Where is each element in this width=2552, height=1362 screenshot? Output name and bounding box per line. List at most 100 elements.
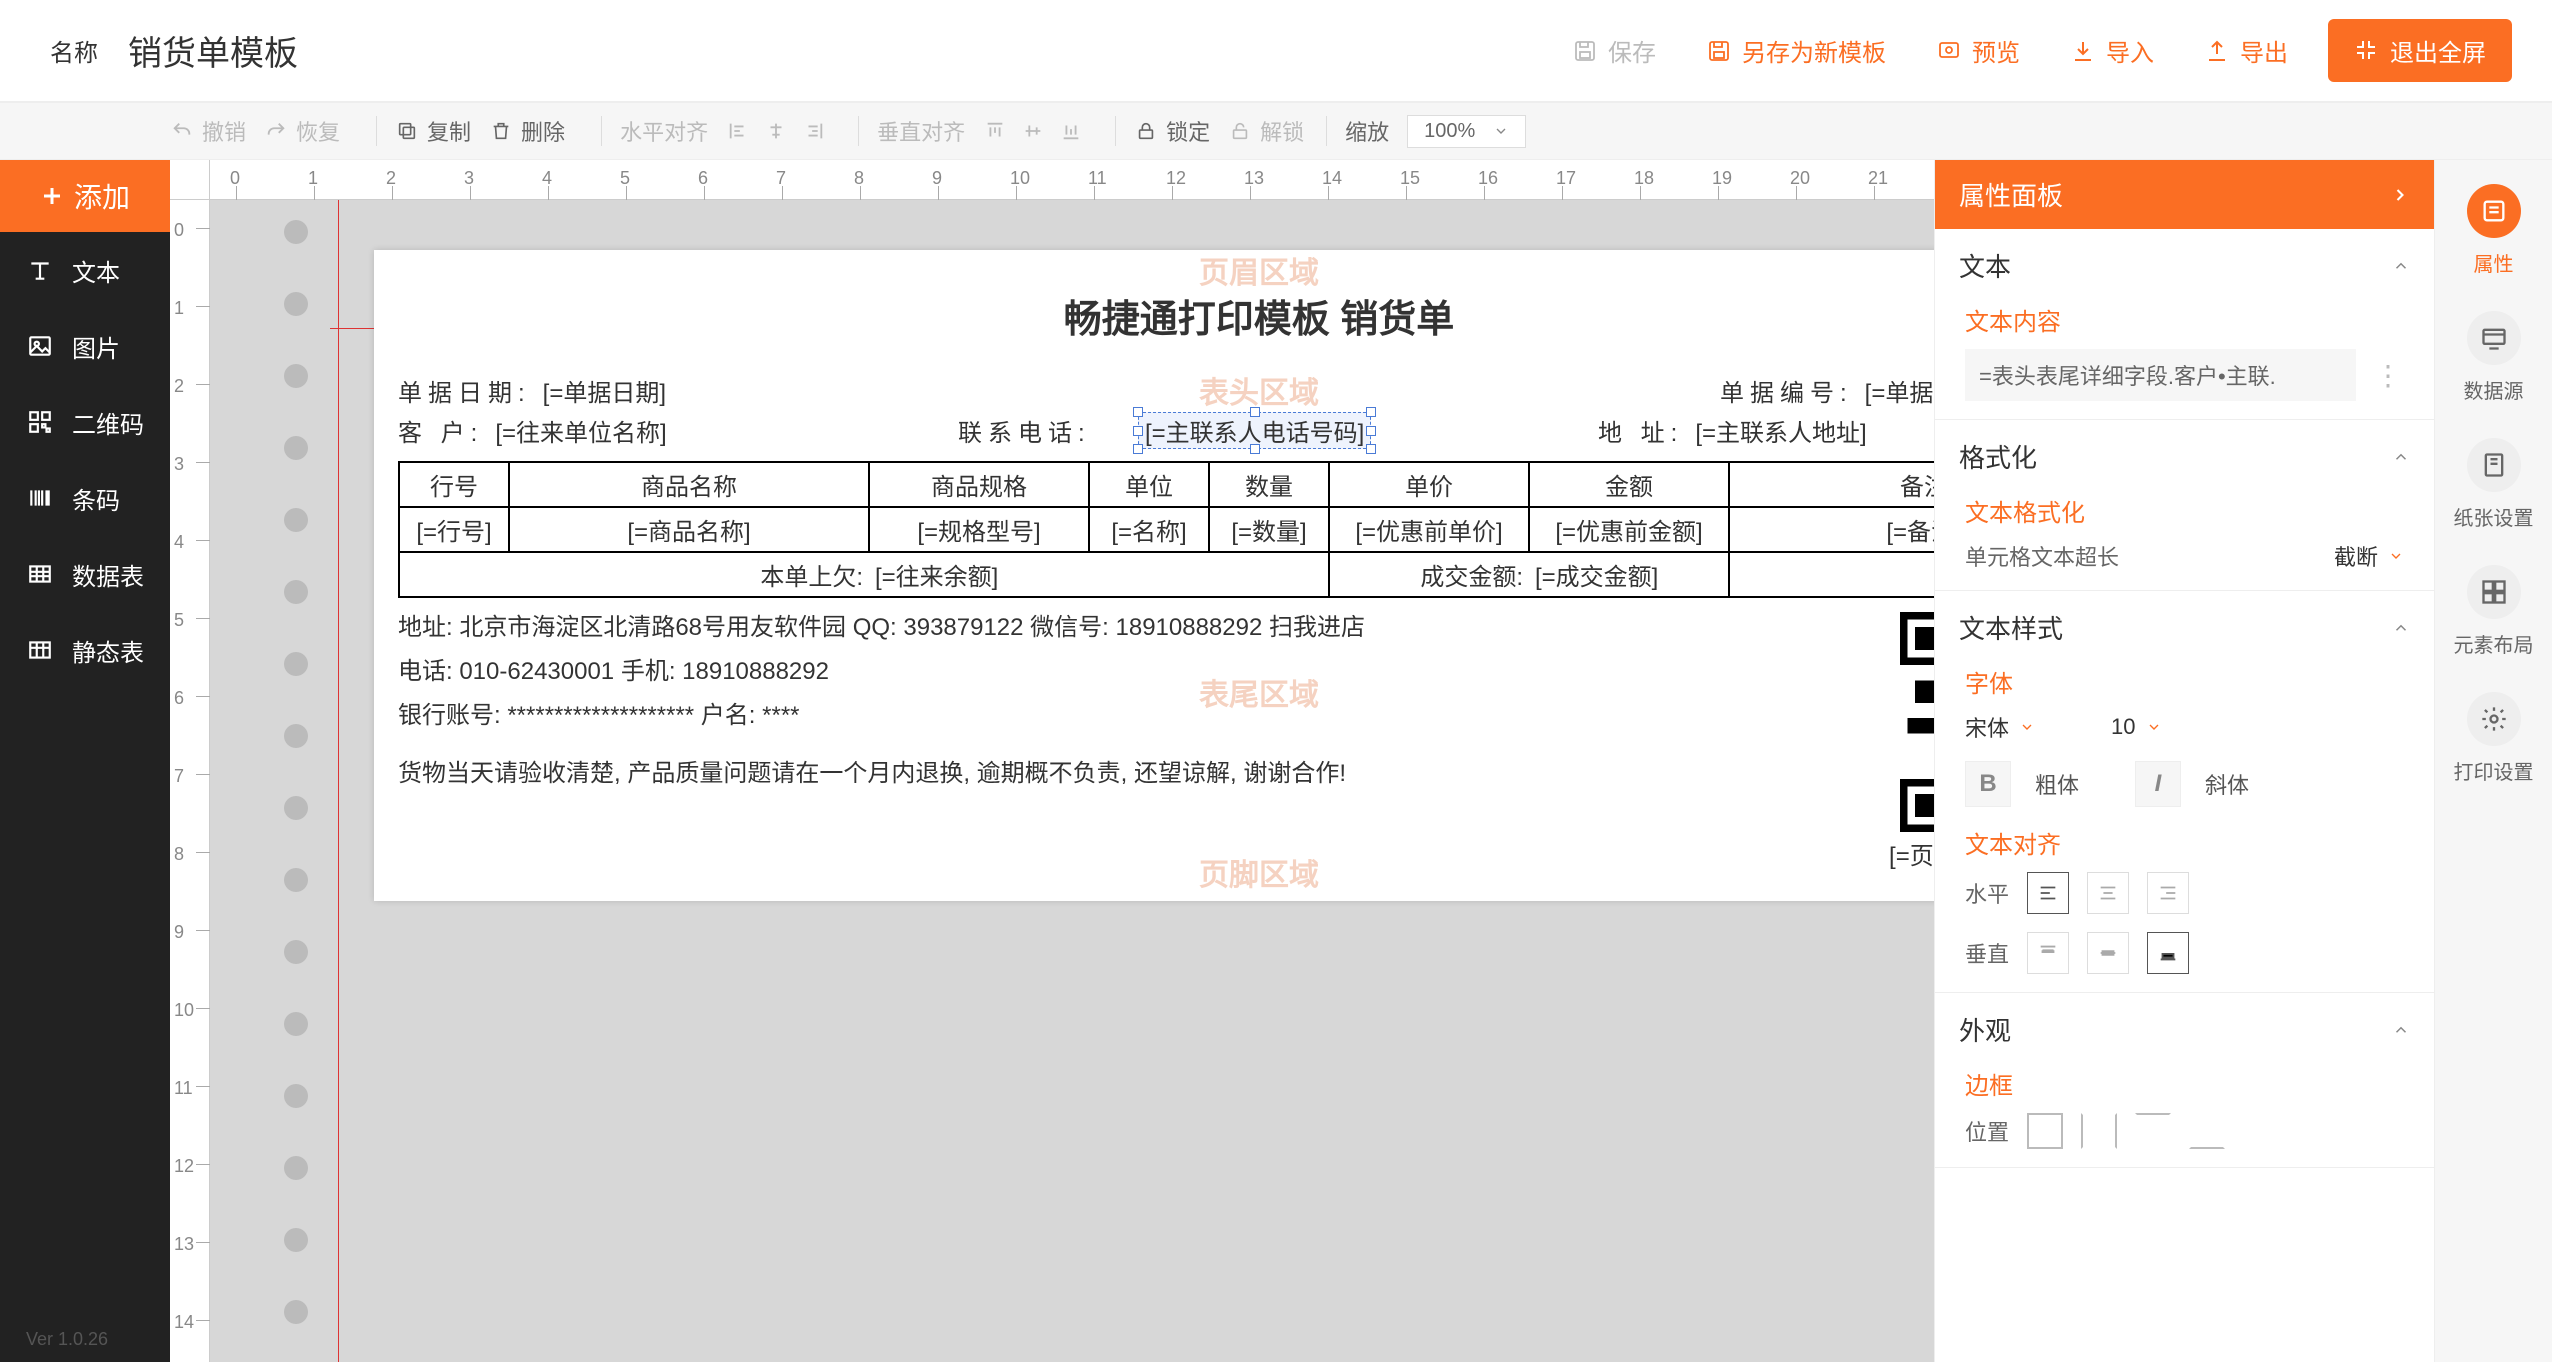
unlock-button[interactable]: 解锁 bbox=[1228, 115, 1304, 147]
sum-deal-value[interactable]: [=成交金额] bbox=[1529, 552, 1729, 597]
resize-handle[interactable] bbox=[1366, 407, 1376, 417]
border-top-button[interactable] bbox=[2135, 1113, 2171, 1149]
rail-pagesetup[interactable]: 纸张设置 bbox=[2454, 438, 2534, 531]
resize-handle[interactable] bbox=[1366, 444, 1376, 454]
border-bottom-button[interactable] bbox=[2189, 1113, 2225, 1149]
rail-properties[interactable]: 属性 bbox=[2467, 184, 2521, 277]
td[interactable]: [=商品名称] bbox=[509, 507, 869, 552]
align-bottom-icon[interactable] bbox=[1059, 119, 1083, 143]
export-button[interactable]: 导出 bbox=[2204, 33, 2288, 68]
th[interactable]: 备注 bbox=[1729, 462, 1934, 507]
lock-button[interactable]: 锁定 bbox=[1134, 115, 1210, 147]
save-button[interactable]: 保存 bbox=[1572, 33, 1656, 68]
td[interactable]: [=优惠前单价] bbox=[1329, 507, 1529, 552]
font-family-select[interactable]: 宋体 bbox=[1965, 711, 2035, 743]
footer-tel[interactable]: 电话: 010-62430001 手机: 18910888292 bbox=[398, 650, 1880, 694]
page-dot[interactable] bbox=[284, 1084, 308, 1108]
canvas[interactable]: 01234567891011121314151617181920212223 0… bbox=[170, 160, 1934, 1362]
page-dot[interactable] bbox=[284, 364, 308, 388]
border-all-button[interactable] bbox=[2027, 1113, 2063, 1149]
align-center-icon[interactable] bbox=[764, 119, 788, 143]
tool-datatable[interactable]: 数据表 bbox=[0, 536, 170, 612]
delete-button[interactable]: 删除 bbox=[489, 115, 565, 147]
phone-value[interactable]: [=主联系人电话号码] bbox=[1145, 420, 1364, 447]
page-dot[interactable] bbox=[284, 1012, 308, 1036]
td[interactable]: [=备注] bbox=[1729, 507, 1934, 552]
sum-owe-value[interactable]: [=往来余额] bbox=[869, 552, 1329, 597]
footer-bank[interactable]: 银行账号: ******************** 户名: **** bbox=[398, 694, 1880, 738]
preview-button[interactable]: 预览 bbox=[1936, 33, 2020, 68]
resize-handle[interactable] bbox=[1366, 426, 1376, 436]
rail-datasource[interactable]: 数据源 bbox=[2464, 311, 2524, 404]
tool-text[interactable]: 文本 bbox=[0, 232, 170, 308]
save-as-button[interactable]: 另存为新模板 bbox=[1706, 33, 1886, 68]
sum-deal-label[interactable]: 成交金额: bbox=[1329, 552, 1529, 597]
td[interactable]: [=名称] bbox=[1089, 507, 1209, 552]
page-dot[interactable] bbox=[284, 940, 308, 964]
th[interactable]: 数量 bbox=[1209, 462, 1329, 507]
undo-button[interactable]: 撤销 bbox=[170, 115, 246, 147]
page-dot[interactable] bbox=[284, 1228, 308, 1252]
copy-button[interactable]: 复制 bbox=[395, 115, 471, 147]
align-left-icon[interactable] bbox=[726, 119, 750, 143]
page-dot[interactable] bbox=[284, 796, 308, 820]
import-button[interactable]: 导入 bbox=[2070, 33, 2154, 68]
data-table[interactable]: 行号 商品名称 商品规格 单位 数量 单价 金额 备注 [=行号] [=商品名称… bbox=[398, 461, 1934, 598]
redo-button[interactable]: 恢复 bbox=[264, 115, 340, 147]
th[interactable]: 金额 bbox=[1529, 462, 1729, 507]
overflow-select[interactable]: 截断 bbox=[2334, 540, 2404, 572]
tool-qrcode[interactable]: 二维码 bbox=[0, 384, 170, 460]
template-name[interactable]: 销货单模板 bbox=[128, 26, 298, 75]
paper[interactable]: 页眉区域 畅捷通打印模板 销货单 表头区域 单据日期:[=单据日期] 单据编号:… bbox=[374, 250, 1934, 901]
halign-center-button[interactable] bbox=[2087, 872, 2129, 914]
halign-right-button[interactable] bbox=[2147, 872, 2189, 914]
th[interactable]: 商品规格 bbox=[869, 462, 1089, 507]
page-dot[interactable] bbox=[284, 292, 308, 316]
valign-top-button[interactable] bbox=[2027, 932, 2069, 974]
resize-handle[interactable] bbox=[1133, 426, 1143, 436]
align-right-icon[interactable] bbox=[802, 119, 826, 143]
zoom-select[interactable]: 100% bbox=[1407, 115, 1526, 148]
halign-left-button[interactable] bbox=[2027, 872, 2069, 914]
th[interactable]: 商品名称 bbox=[509, 462, 869, 507]
more-icon[interactable]: ⋮ bbox=[2374, 359, 2404, 392]
bold-button[interactable]: B bbox=[1965, 761, 2011, 807]
italic-button[interactable]: I bbox=[2135, 761, 2181, 807]
rail-printsetup[interactable]: 打印设置 bbox=[2454, 692, 2534, 785]
th[interactable]: 单位 bbox=[1089, 462, 1209, 507]
resize-handle[interactable] bbox=[1133, 407, 1143, 417]
footer-addr[interactable]: 地址: 北京市海淀区北清路68号用友软件园 QQ: 393879122 微信号:… bbox=[398, 606, 1880, 650]
cust-value[interactable]: [=往来单位名称] bbox=[495, 413, 666, 448]
page-dot[interactable] bbox=[284, 652, 308, 676]
valign-middle-button[interactable] bbox=[2087, 932, 2129, 974]
add-button[interactable]: 添加 bbox=[0, 160, 170, 232]
valign-bottom-button[interactable] bbox=[2147, 932, 2189, 974]
page-dot[interactable] bbox=[284, 724, 308, 748]
content-field[interactable]: =表头表尾详细字段.客户•主联. bbox=[1965, 349, 2356, 401]
resize-handle[interactable] bbox=[1133, 444, 1143, 454]
page-dot[interactable] bbox=[284, 580, 308, 604]
resize-handle[interactable] bbox=[1250, 407, 1260, 417]
guide-v[interactable] bbox=[338, 200, 339, 1362]
page-dot[interactable] bbox=[284, 868, 308, 892]
tool-statictable[interactable]: 静态表 bbox=[0, 612, 170, 688]
font-size-select[interactable]: 10 bbox=[2111, 714, 2161, 740]
date-value[interactable]: [=单据日期] bbox=[543, 373, 666, 408]
section-format[interactable]: 格式化 bbox=[1935, 420, 2434, 493]
page-dot[interactable] bbox=[284, 1156, 308, 1180]
border-sides-button[interactable] bbox=[2081, 1113, 2117, 1149]
addr-value[interactable]: [=主联系人地址] bbox=[1695, 413, 1866, 448]
th[interactable]: 单价 bbox=[1329, 462, 1529, 507]
resize-handle[interactable] bbox=[1250, 444, 1260, 454]
td[interactable]: [=数量] bbox=[1209, 507, 1329, 552]
qrcode[interactable] bbox=[1900, 612, 1934, 832]
tool-barcode[interactable]: 条码 bbox=[0, 460, 170, 536]
td[interactable]: [=规格型号] bbox=[869, 507, 1089, 552]
align-middle-icon[interactable] bbox=[1021, 119, 1045, 143]
section-text[interactable]: 文本 bbox=[1935, 229, 2434, 302]
selected-element[interactable]: [=主联系人电话号码] bbox=[1138, 412, 1371, 449]
rail-layout[interactable]: 元素布局 bbox=[2454, 565, 2534, 658]
exit-fullscreen-button[interactable]: 退出全屏 bbox=[2328, 19, 2512, 82]
td[interactable]: [=行号] bbox=[399, 507, 509, 552]
align-top-icon[interactable] bbox=[983, 119, 1007, 143]
